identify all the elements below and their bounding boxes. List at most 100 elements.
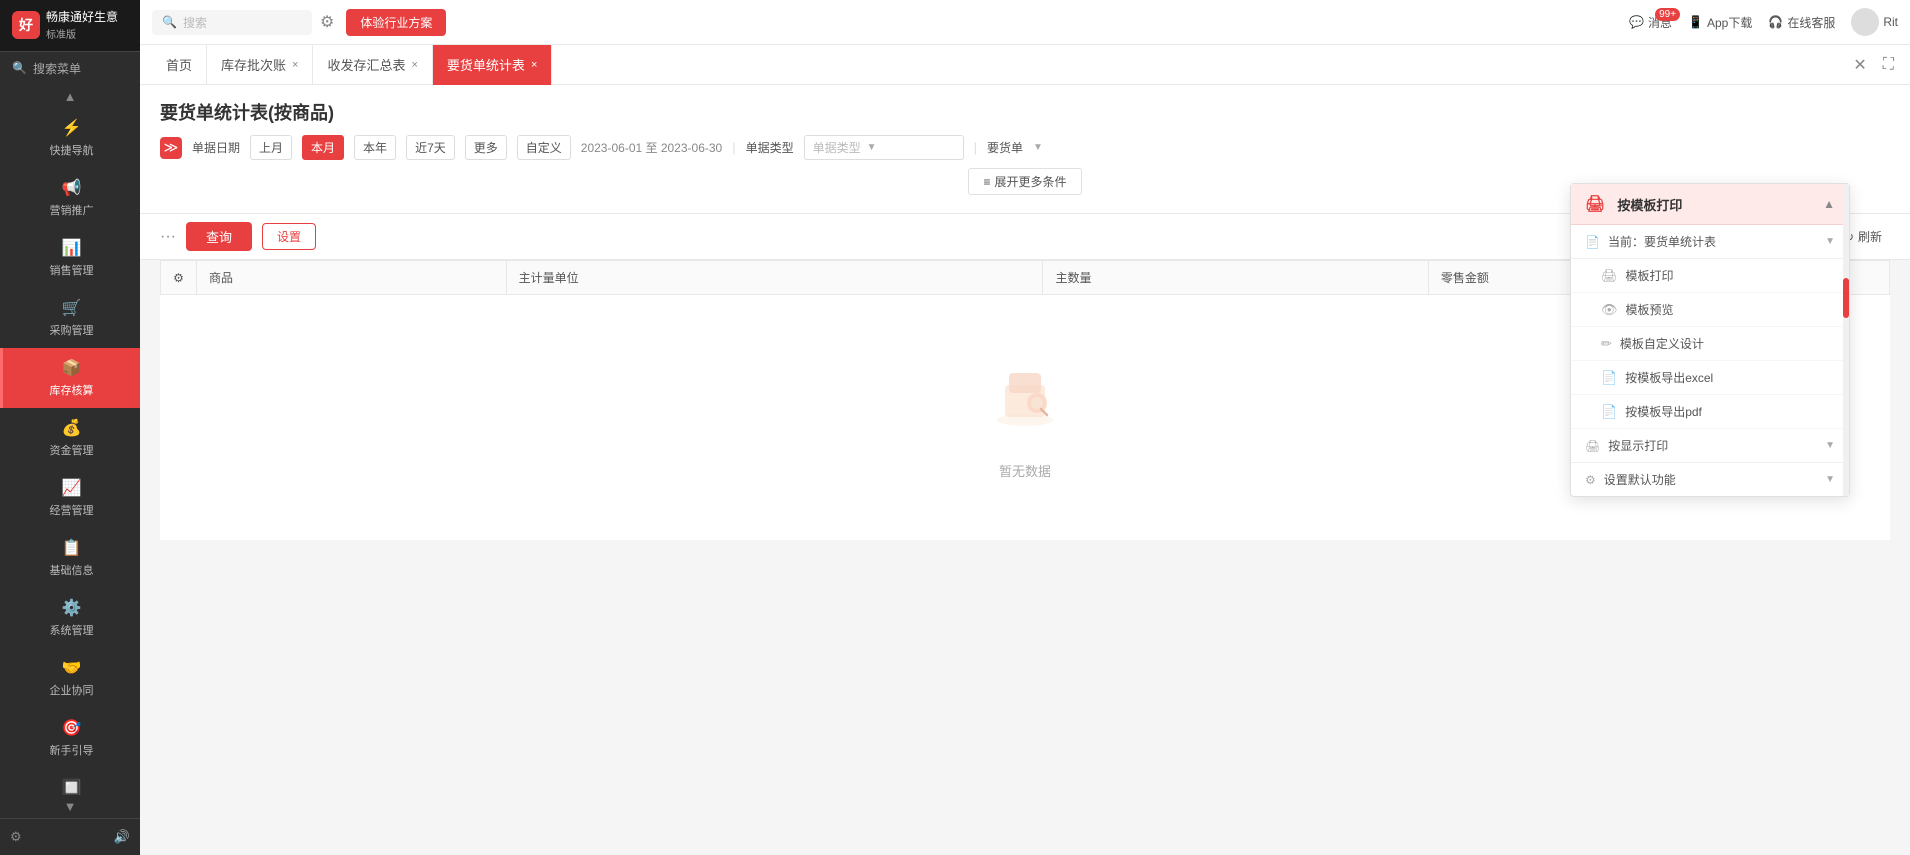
col-quantity: 主数量	[1043, 261, 1428, 295]
tab-close-all-icon[interactable]: ✕	[1849, 55, 1870, 75]
sidebar-item-system[interactable]: ⚙️ 系统管理	[0, 588, 140, 648]
sidebar-bottom: ⚙ 🔊	[0, 818, 140, 855]
display-print-label: 按显示打印	[1608, 437, 1668, 454]
search-icon: 🔍	[12, 61, 27, 75]
set-default-arrow: ▼	[1825, 474, 1835, 485]
operation-icon: 📈	[62, 478, 82, 498]
sidebar-item-operation[interactable]: 📈 经营管理	[0, 468, 140, 528]
col-unit: 主计量单位	[506, 261, 1043, 295]
set-default-row[interactable]: ⚙ 设置默认功能 ▼	[1571, 463, 1849, 496]
current-template-arrow: ▼	[1825, 236, 1835, 247]
template-pdf-icon: 📄	[1601, 404, 1617, 420]
expand-icon: ≡	[983, 175, 990, 189]
industry-btn[interactable]: 体验行业方案	[346, 9, 446, 36]
order-type-label: 单据类型	[746, 139, 794, 156]
speaker-icon[interactable]: 🔊	[114, 829, 130, 845]
scroll-down-btn[interactable]: ▼	[0, 795, 140, 818]
tab-expand-icon[interactable]: ⛶	[1879, 56, 1898, 74]
appstore-icon: 🔲	[62, 778, 82, 795]
sidebar-logo: 好 畅康通好生意 标准版	[0, 0, 140, 52]
date-btn-more[interactable]: 更多	[465, 135, 507, 160]
app-download-btn[interactable]: 📱 App下载	[1688, 14, 1752, 31]
template-print-item[interactable]: 🖨 模板打印	[1571, 259, 1849, 293]
dropdown-header[interactable]: 🖨 按模板打印 ▲	[1571, 184, 1849, 225]
date-btn-7days[interactable]: 近7天	[406, 135, 455, 160]
sidebar-item-label: 企业协同	[50, 682, 94, 698]
empty-illustration	[985, 355, 1065, 449]
sidebar-search[interactable]: 🔍 搜索菜单	[0, 52, 140, 85]
yaohuo-type-label-arrow: ▼	[1033, 142, 1043, 153]
col-product: 商品	[197, 261, 507, 295]
template-export-excel-item[interactable]: 📄 按模板导出excel	[1571, 361, 1849, 395]
template-preview-item[interactable]: 👁 模板预览	[1571, 293, 1849, 327]
settings-icon[interactable]: ⚙	[10, 829, 22, 845]
topbar-gear-icon[interactable]: ⚙	[320, 12, 334, 32]
sidebar-item-label: 系统管理	[50, 622, 94, 638]
expand-more-btn[interactable]: ≡ 展开更多条件	[968, 168, 1081, 195]
sidebar-item-shortcut[interactable]: ⚡ 快捷导航	[0, 108, 140, 168]
collab-icon: 🤝	[62, 658, 82, 678]
sidebar-item-finance[interactable]: 💰 资金管理	[0, 408, 140, 468]
template-excel-icon: 📄	[1601, 370, 1617, 386]
user-area[interactable]: Rit	[1851, 8, 1898, 36]
scroll-up-btn[interactable]: ▲	[0, 85, 140, 108]
query-btn[interactable]: 查询	[186, 222, 252, 251]
date-btn-this-month[interactable]: 本月	[302, 135, 344, 160]
sidebar-item-appstore[interactable]: 🔲 应用中心	[0, 768, 140, 795]
shortcut-icon: ⚡	[62, 118, 82, 138]
date-btn-custom[interactable]: 自定义	[517, 135, 571, 160]
tab-yaohuostat[interactable]: 要货单统计表 ×	[433, 45, 552, 85]
main-area: 🔍 搜索 ⚙ 体验行业方案 💬 消息 99+ 📱 App下载 🎧 在线客服 Ri…	[140, 0, 1910, 855]
current-template-icon: 📄	[1585, 235, 1600, 249]
col-settings[interactable]: ⚙	[161, 261, 197, 295]
date-filter-label: 单据日期	[192, 139, 240, 156]
settings-btn[interactable]: 设置	[262, 223, 316, 250]
order-type-arrow: ▼	[867, 142, 877, 153]
dropdown-scrolltrack	[1843, 184, 1849, 496]
tab-collection-close[interactable]: ×	[411, 59, 417, 71]
tab-yaohuostat-label: 要货单统计表	[447, 55, 525, 74]
sidebar-item-inventory[interactable]: 📦 库存核算	[0, 348, 140, 408]
tab-batch[interactable]: 库存批次账 ×	[207, 45, 313, 85]
more-options-icon[interactable]: ···	[160, 228, 176, 246]
sidebar-item-label: 库存核算	[50, 382, 94, 398]
current-template-row[interactable]: 📄 当前：要货单统计表 ▼	[1571, 225, 1849, 259]
dropdown-collapse-icon: ▲	[1823, 197, 1835, 211]
sidebar-item-sales[interactable]: 📊 销售管理	[0, 228, 140, 288]
tab-home-label: 首页	[166, 55, 192, 74]
guide-icon: 🎯	[62, 718, 82, 738]
user-avatar	[1851, 8, 1879, 36]
refresh-label: 刷新	[1858, 228, 1882, 245]
display-print-icon: 🖨	[1585, 439, 1600, 453]
tab-batch-close[interactable]: ×	[292, 59, 298, 71]
sidebar-item-basic[interactable]: 📋 基础信息	[0, 528, 140, 588]
display-print-row[interactable]: 🖨 按显示打印 ▼	[1571, 429, 1849, 463]
sidebar-item-marketing[interactable]: 📢 营销推广	[0, 168, 140, 228]
date-btn-last-month[interactable]: 上月	[250, 135, 292, 160]
order-type-select[interactable]: 单据类型 ▼	[804, 135, 964, 160]
date-range-text: 2023-06-01 至 2023-06-30	[581, 139, 722, 156]
tab-yaohuostat-close[interactable]: ×	[531, 59, 537, 71]
sidebar-item-guide[interactable]: 🎯 新手引导	[0, 708, 140, 768]
messages-btn[interactable]: 💬 消息 99+	[1629, 14, 1672, 31]
sidebar-item-collab[interactable]: 🤝 企业协同	[0, 648, 140, 708]
sidebar: 好 畅康通好生意 标准版 🔍 搜索菜单 ▲ ⚡ 快捷导航 📢 营销推广 📊 销售…	[0, 0, 140, 855]
finance-icon: 💰	[62, 418, 82, 438]
message-icon: 💬	[1629, 15, 1644, 29]
sidebar-item-purchase[interactable]: 🛒 采购管理	[0, 288, 140, 348]
tab-collection-label: 收发存汇总表	[327, 55, 405, 74]
online-service-btn[interactable]: 🎧 在线客服	[1768, 14, 1835, 31]
tab-batch-label: 库存批次账	[221, 55, 286, 74]
template-custom-item[interactable]: ✏ 模板自定义设计	[1571, 327, 1849, 361]
template-custom-item-label: 模板自定义设计	[1620, 335, 1704, 352]
topbar-search-box[interactable]: 🔍 搜索	[152, 10, 312, 35]
tab-collection[interactable]: 收发存汇总表 ×	[313, 45, 432, 85]
dropdown-header-label: 按模板打印	[1617, 195, 1682, 214]
messages-badge: 99+	[1655, 8, 1680, 21]
service-icon: 🎧	[1768, 15, 1783, 29]
filter-toggle-btn[interactable]: ≫	[160, 137, 182, 159]
download-icon: 📱	[1688, 15, 1703, 29]
date-btn-this-year[interactable]: 本年	[354, 135, 396, 160]
template-export-pdf-item[interactable]: 📄 按模板导出pdf	[1571, 395, 1849, 429]
tab-home[interactable]: 首页	[152, 45, 207, 85]
